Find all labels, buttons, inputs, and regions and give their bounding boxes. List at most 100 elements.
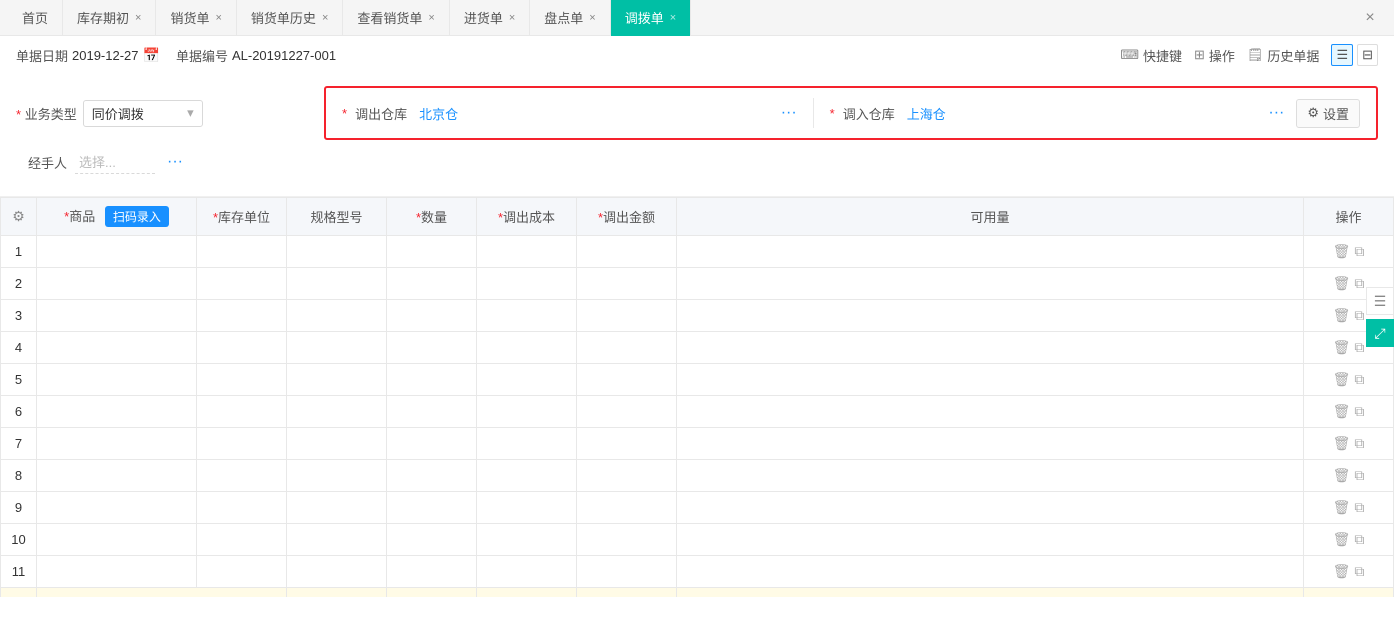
operations-btn[interactable]: ⊞ 操作 <box>1194 46 1235 65</box>
tab-view-sales[interactable]: 查看销货单 × <box>343 0 449 36</box>
copy-row-btn[interactable]: ⧉ <box>1352 467 1366 484</box>
cell-product[interactable] <box>37 524 197 556</box>
delete-row-btn[interactable]: 🗑 <box>1331 531 1353 548</box>
delete-row-btn[interactable]: 🗑 <box>1331 243 1353 260</box>
cell-amount[interactable] <box>577 460 677 492</box>
cell-spec[interactable] <box>287 396 387 428</box>
cell-cost[interactable] <box>477 364 577 396</box>
cell-unit[interactable] <box>197 236 287 268</box>
cell-product[interactable] <box>37 268 197 300</box>
cell-quantity[interactable] <box>387 428 477 460</box>
shortcuts-btn[interactable]: ⌨ 快捷键 <box>1120 46 1182 65</box>
cell-amount[interactable] <box>577 524 677 556</box>
cell-cost[interactable] <box>477 556 577 588</box>
cell-cost[interactable] <box>477 492 577 524</box>
copy-row-btn[interactable]: ⧉ <box>1352 307 1366 324</box>
transfer-out-more[interactable]: ··· <box>781 104 797 122</box>
copy-row-btn[interactable]: ⧉ <box>1352 499 1366 516</box>
delete-row-btn[interactable]: 🗑 <box>1331 435 1353 452</box>
close-tab-sales-order[interactable]: × <box>215 12 221 24</box>
copy-row-btn[interactable]: ⧉ <box>1352 371 1366 388</box>
history-btn[interactable]: 🗒 历史单据 <box>1247 46 1320 65</box>
cell-unit[interactable] <box>197 268 287 300</box>
cell-unit[interactable] <box>197 524 287 556</box>
copy-row-btn[interactable]: ⧉ <box>1352 435 1366 452</box>
cell-cost[interactable] <box>477 236 577 268</box>
cell-quantity[interactable] <box>387 492 477 524</box>
copy-row-btn[interactable]: ⧉ <box>1352 243 1366 260</box>
cell-spec[interactable] <box>287 364 387 396</box>
tab-sales-history[interactable]: 销货单历史 × <box>237 0 343 36</box>
calendar-icon[interactable]: 📅 <box>143 47 160 64</box>
cell-spec[interactable] <box>287 332 387 364</box>
delete-row-btn[interactable]: 🗑 <box>1331 275 1353 292</box>
cell-quantity[interactable] <box>387 396 477 428</box>
cell-spec[interactable] <box>287 492 387 524</box>
cell-product[interactable] <box>37 236 197 268</box>
cell-amount[interactable] <box>577 332 677 364</box>
cell-spec[interactable] <box>287 524 387 556</box>
cell-product[interactable] <box>37 460 197 492</box>
cell-spec[interactable] <box>287 236 387 268</box>
cell-product[interactable] <box>37 332 197 364</box>
tab-home[interactable]: 首页 <box>8 0 63 36</box>
delete-row-btn[interactable]: 🗑 <box>1331 499 1353 516</box>
cell-spec[interactable] <box>287 428 387 460</box>
cell-unit[interactable] <box>197 332 287 364</box>
layout-grid-btn[interactable]: ⊟ <box>1357 44 1378 66</box>
copy-row-btn[interactable]: ⧉ <box>1352 563 1366 580</box>
layout-list-btn[interactable]: ☰ <box>1331 44 1353 66</box>
cell-spec[interactable] <box>287 556 387 588</box>
cell-cost[interactable] <box>477 396 577 428</box>
cell-spec[interactable] <box>287 300 387 332</box>
cell-unit[interactable] <box>197 300 287 332</box>
cell-cost[interactable] <box>477 332 577 364</box>
close-tab-inventory-init[interactable]: × <box>135 12 141 24</box>
cell-quantity[interactable] <box>387 364 477 396</box>
settings-button[interactable]: ⚙ 设置 <box>1296 99 1360 128</box>
delete-row-btn[interactable]: 🗑 <box>1331 563 1353 580</box>
copy-row-btn[interactable]: ⧉ <box>1352 339 1366 356</box>
cell-quantity[interactable] <box>387 460 477 492</box>
cell-unit[interactable] <box>197 396 287 428</box>
handler-select[interactable]: 选择... <box>75 150 155 174</box>
delete-row-btn[interactable]: 🗑 <box>1331 403 1353 420</box>
cell-product[interactable] <box>37 396 197 428</box>
float-list-btn[interactable]: ☰ <box>1366 287 1394 315</box>
transfer-in-value[interactable]: 上海仓 <box>907 104 946 123</box>
cell-amount[interactable] <box>577 556 677 588</box>
cell-amount[interactable] <box>577 492 677 524</box>
cell-product[interactable] <box>37 556 197 588</box>
cell-unit[interactable] <box>197 364 287 396</box>
cell-quantity[interactable] <box>387 268 477 300</box>
cell-cost[interactable] <box>477 460 577 492</box>
close-tab-view-sales[interactable]: × <box>428 12 434 24</box>
tab-sales-order[interactable]: 销货单 × <box>156 0 236 36</box>
cell-amount[interactable] <box>577 428 677 460</box>
close-tab-purchase[interactable]: × <box>509 12 515 24</box>
table-gear-icon[interactable]: ⚙ <box>12 208 25 224</box>
close-tab-stocktake[interactable]: × <box>589 12 595 24</box>
cell-quantity[interactable] <box>387 332 477 364</box>
tab-transfer[interactable]: 调拨单 × <box>611 0 691 36</box>
cell-amount[interactable] <box>577 300 677 332</box>
delete-row-btn[interactable]: 🗑 <box>1331 307 1353 324</box>
copy-row-btn[interactable]: ⧉ <box>1352 275 1366 292</box>
cell-quantity[interactable] <box>387 300 477 332</box>
business-type-select[interactable]: 同价调拨 ▾ <box>83 100 203 127</box>
close-tab-transfer[interactable]: × <box>670 12 676 24</box>
cell-quantity[interactable] <box>387 236 477 268</box>
cell-unit[interactable] <box>197 460 287 492</box>
cell-amount[interactable] <box>577 364 677 396</box>
handler-more[interactable]: ··· <box>167 153 183 171</box>
cell-product[interactable] <box>37 364 197 396</box>
cell-unit[interactable] <box>197 556 287 588</box>
cell-product[interactable] <box>37 492 197 524</box>
delete-row-btn[interactable]: 🗑 <box>1331 467 1353 484</box>
cell-quantity[interactable] <box>387 524 477 556</box>
cell-spec[interactable] <box>287 460 387 492</box>
tab-stocktake[interactable]: 盘点单 × <box>530 0 610 36</box>
cell-product[interactable] <box>37 428 197 460</box>
close-all-tabs[interactable]: × <box>1354 2 1386 34</box>
close-tab-sales-history[interactable]: × <box>322 12 328 24</box>
